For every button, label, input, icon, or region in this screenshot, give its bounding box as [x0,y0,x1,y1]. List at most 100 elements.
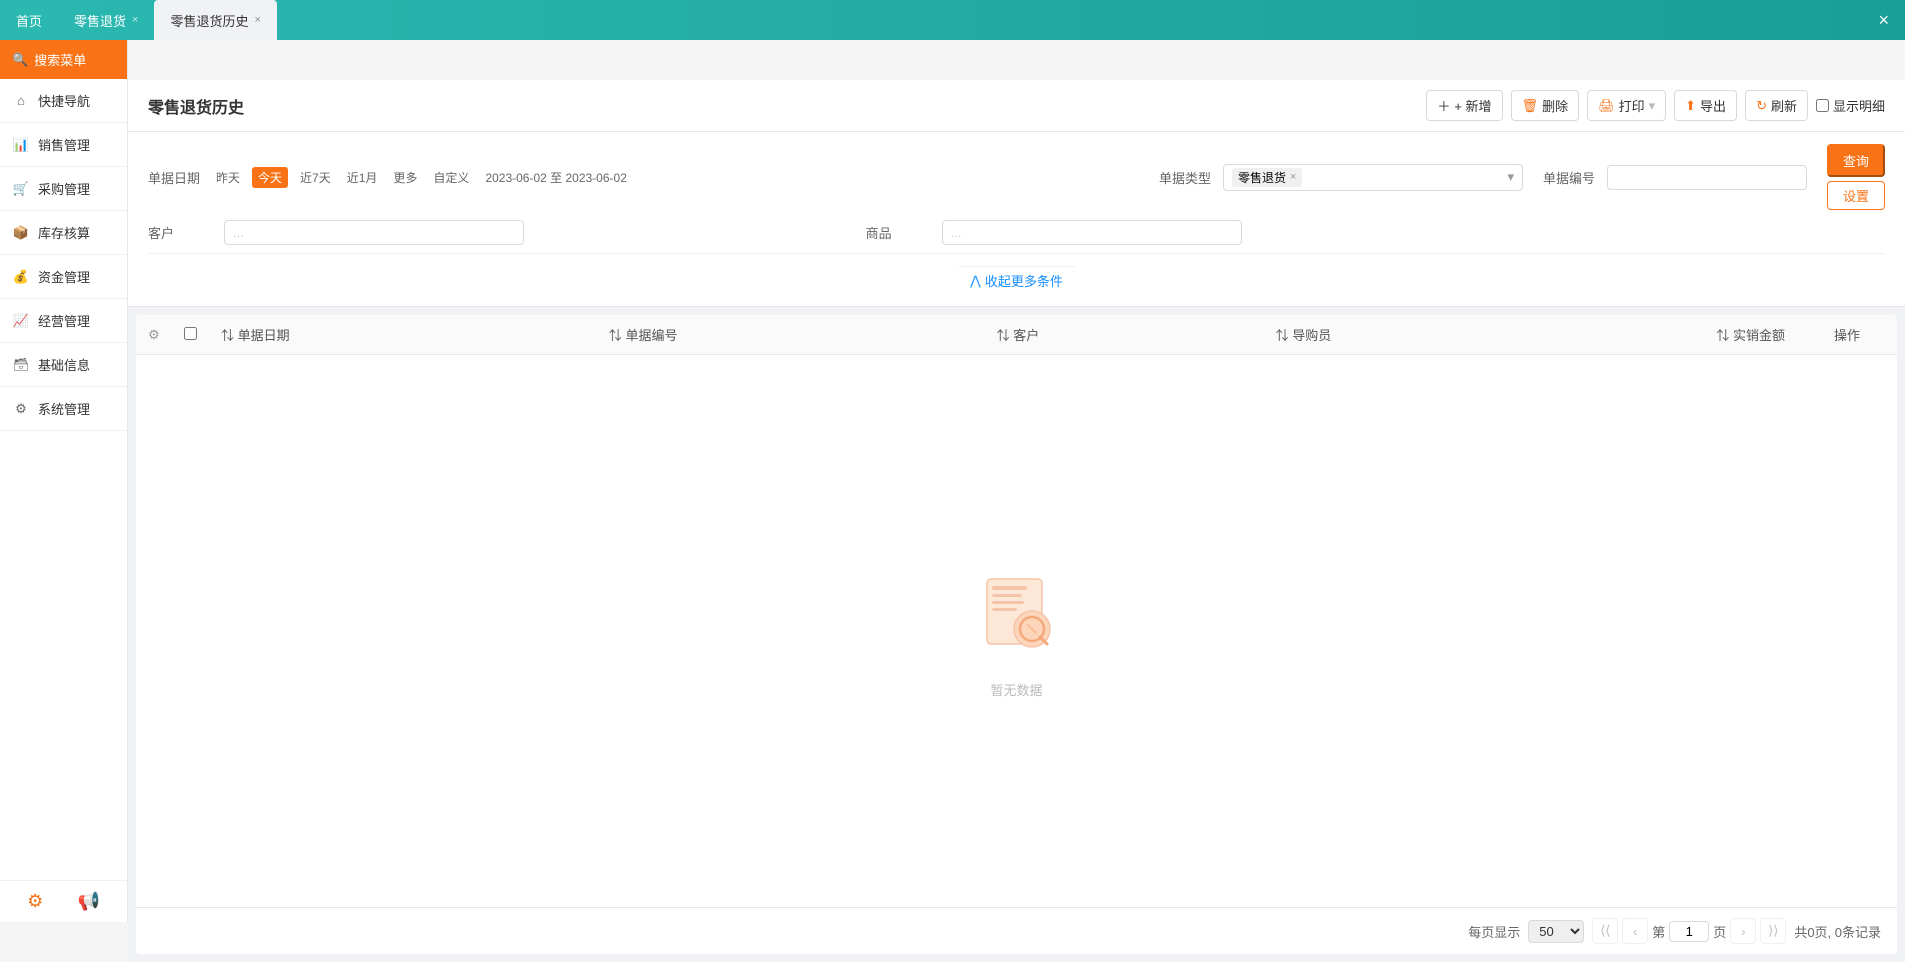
th-checkbox [172,315,209,355]
print-button[interactable]: 🖨 打印 ▾ [1587,90,1666,121]
voucher-no-label: 单据编号 [1543,168,1599,187]
add-icon: ＋ [1437,96,1450,115]
refresh-button[interactable]: ↻ 刷新 [1745,90,1808,121]
table-container: ⚙ ⇅ 单据日期 ⇅ 单据编号 [136,315,1897,954]
th-no[interactable]: ⇅ 单据编号 [597,315,985,355]
export-button[interactable]: ⬆ 导出 [1674,90,1737,121]
inventory-icon: 📦 [12,224,30,242]
print-dropdown-icon: ▾ [1649,98,1656,114]
main-content: 零售退货历史 ＋ + 新增 🗑 删除 🖨 打印 ▾ ⬆ 导出 ↻ 刷新 [128,80,1905,962]
total-count: 共0页, 0条记录 [1794,922,1881,941]
display-detail-checkbox-label[interactable]: 显示明细 [1816,96,1885,115]
filter-row-1: 单据日期 昨天 今天 近7天 近1月 更多 自定义 2023-06-02 至 2… [148,144,1885,210]
th-date[interactable]: ⇅ 单据日期 [209,315,597,355]
collapse-filters-button[interactable]: ⋀ 收起更多条件 [958,266,1075,294]
voucher-type-select[interactable]: 零售退货 × ▾ [1223,164,1523,191]
date-btn-today[interactable]: 今天 [252,167,288,188]
delete-button[interactable]: 🗑 删除 [1511,90,1580,121]
sidebar-item-info[interactable]: 🗃 基础信息 [0,343,127,387]
tab-retail-return-history-close[interactable]: × [254,14,260,26]
date-btn-7days[interactable]: 近7天 [296,167,335,188]
sidebar-label-finance: 资金管理 [38,267,90,286]
setting-button[interactable]: 设置 [1827,181,1885,210]
delete-icon: 🗑 [1522,98,1539,114]
operation-icon: 📈 [12,312,30,330]
sidebar-item-quick-nav[interactable]: ⌂ 快捷导航 [0,79,127,123]
page-label-suffix: 页 [1713,922,1726,941]
main-table: ⚙ ⇅ 单据日期 ⇅ 单据编号 [136,315,1897,355]
sidebar-label-operation: 经营管理 [38,311,90,330]
page-size-select[interactable]: 20 50 100 [1528,920,1584,943]
page-number-input[interactable] [1669,921,1709,942]
sidebar-item-system[interactable]: ⚙ 系统管理 [0,387,127,431]
th-guide[interactable]: ⇅ 导购员 [1264,315,1597,355]
finance-icon: 💰 [12,268,30,286]
sidebar-label-info: 基础信息 [38,355,90,374]
sidebar-item-operation[interactable]: 📈 经营管理 [0,299,127,343]
customer-label: 客户 [148,223,204,242]
th-customer[interactable]: ⇅ 客户 [985,315,1264,355]
sidebar-label-system: 系统管理 [38,399,90,418]
customer-input[interactable]: ... [224,220,524,245]
empty-state: 暂无数据 [136,355,1897,907]
sidebar-bottom: ⚙ 📢 [0,880,127,922]
collapse-icon: ⋀ [970,273,981,289]
date-btn-1month[interactable]: 近1月 [343,167,382,188]
th-action: 操作 [1797,315,1897,355]
tab-home[interactable]: 首页 [0,0,58,40]
info-icon: 🗃 [12,356,30,374]
purchase-icon: 🛒 [12,180,30,198]
date-btn-more[interactable]: 更多 [389,167,421,188]
date-btn-custom[interactable]: 自定义 [429,167,473,188]
date-btn-yesterday[interactable]: 昨天 [212,167,244,188]
settings-icon[interactable]: ⚙ [27,891,43,912]
refresh-icon: ↻ [1756,98,1767,114]
sales-icon: 📊 [12,136,30,154]
tab-bar: 首页 零售退货 × 零售退货历史 × [0,0,1862,40]
sidebar-item-sales[interactable]: 📊 销售管理 [0,123,127,167]
th-amount[interactable]: ⇅ 实销金额 [1597,315,1797,355]
goods-input[interactable]: ... [942,220,1242,245]
voucher-type-tag-close[interactable]: × [1290,171,1296,183]
customer-ellipsis: ... [233,225,244,240]
sidebar-label-inventory: 库存核算 [38,223,90,242]
sidebar-label-quick-nav: 快捷导航 [38,91,90,110]
table-header-row: ⚙ ⇅ 单据日期 ⇅ 单据编号 [136,315,1897,355]
filter-area: 单据日期 昨天 今天 近7天 近1月 更多 自定义 2023-06-02 至 2… [128,132,1905,307]
system-icon: ⚙ [12,400,30,418]
voucher-no-input[interactable] [1607,165,1807,190]
select-all-checkbox[interactable] [184,327,197,340]
volume-icon[interactable]: 📢 [77,891,99,912]
close-window-button[interactable]: × [1862,10,1905,31]
date-filter-group: 昨天 今天 近7天 近1月 更多 自定义 [212,167,473,188]
tab-retail-return-close[interactable]: × [132,14,138,26]
pagination-bar: 每页显示 20 50 100 ⟨⟨ ‹ 第 页 › ⟩⟩ 共0页, 0条记录 [136,907,1897,954]
sidebar-item-inventory[interactable]: 📦 库存核算 [0,211,127,255]
empty-text: 暂无数据 [990,680,1042,699]
filter-row-2: 客户 ... 商品 ... [148,220,1885,245]
voucher-type-dropdown-arrow: ▾ [1507,169,1514,185]
search-menu-button[interactable]: 🔍 搜索菜单 [0,40,127,79]
date-range-display: 2023-06-02 至 2023-06-02 [485,169,626,186]
tab-retail-return-history[interactable]: 零售退货历史 × [154,0,276,40]
table-settings-icon[interactable]: ⚙ [148,327,160,342]
sidebar-item-finance[interactable]: 💰 资金管理 [0,255,127,299]
top-bar: 首页 零售退货 × 零售退货历史 × × [0,0,1905,40]
page-size-label: 每页显示 [1468,922,1520,941]
query-button[interactable]: 查询 [1827,144,1885,177]
tab-retail-return[interactable]: 零售退货 × [58,0,154,40]
voucher-type-label: 单据类型 [1159,168,1215,187]
voucher-type-tag: 零售退货 × [1232,168,1302,187]
add-button[interactable]: ＋ + 新增 [1426,90,1502,121]
sidebar-item-purchase[interactable]: 🛒 采购管理 [0,167,127,211]
page-label-pre: 第 [1652,922,1665,941]
tab-retail-return-label: 零售退货 [74,11,126,30]
sidebar: 🔍 搜索菜单 ⌂ 快捷导航 📊 销售管理 🛒 采购管理 📦 库存核算 💰 资金管… [0,40,128,922]
print-icon: 🖨 [1598,98,1615,114]
sidebar-label-purchase: 采购管理 [38,179,90,198]
goods-ellipsis: ... [951,225,962,240]
display-detail-checkbox[interactable] [1816,99,1829,112]
search-menu-label: 搜索菜单 [34,50,86,69]
empty-illustration [967,564,1067,664]
date-label: 单据日期 [148,168,204,187]
